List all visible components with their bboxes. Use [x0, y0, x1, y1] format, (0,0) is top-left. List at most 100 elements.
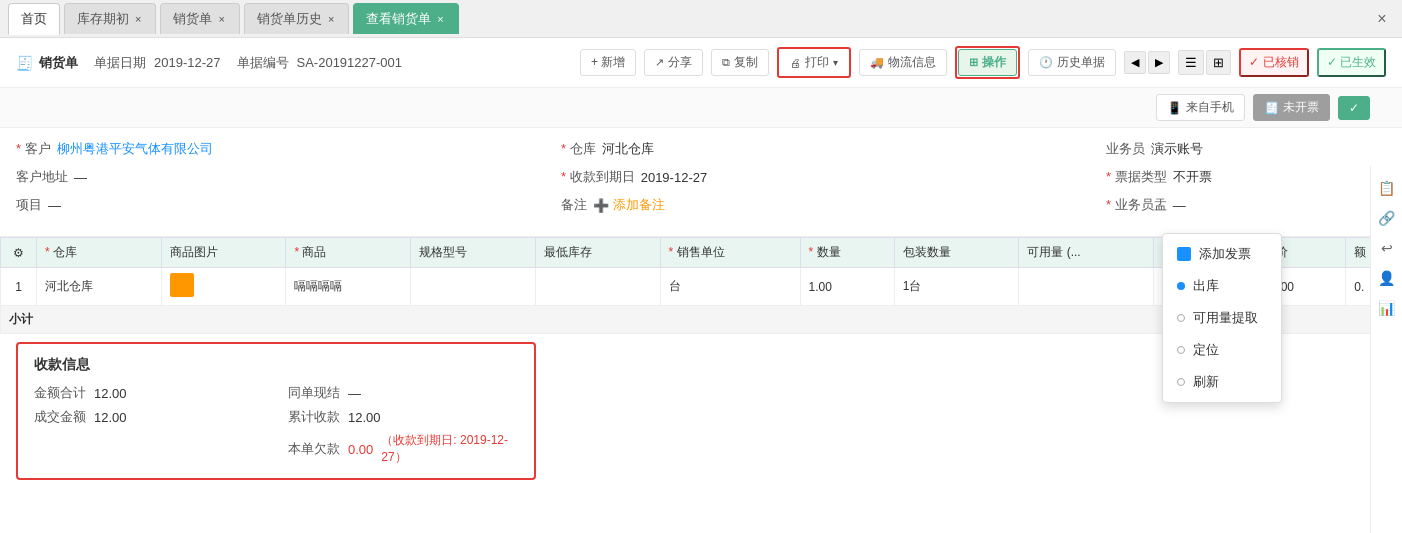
col-product: 商品: [286, 238, 411, 268]
list-view-button[interactable]: ☰: [1178, 50, 1204, 75]
date-value-text: 2019-12-27: [154, 55, 221, 70]
add-note-button[interactable]: ➕ 添加备注: [593, 196, 665, 214]
due-date-hint: （收款到期日: 2019-12-27）: [381, 432, 518, 466]
form-row-1: 客户 柳州粤港平安气体有限公司 仓库 河北仓库 业务员 演示账号: [16, 140, 1386, 158]
print-dropdown-arrow[interactable]: ▾: [833, 57, 838, 68]
sidebar-user-icon[interactable]: 👤: [1373, 264, 1401, 292]
next-button[interactable]: ▶: [1148, 51, 1170, 74]
effective-button[interactable]: ✓ 已生效: [1317, 48, 1386, 77]
new-label: + 新增: [591, 54, 625, 71]
col-min-stock: 最低库存: [535, 238, 660, 268]
doc-title: 🧾 销货单: [16, 54, 78, 72]
col-qty: 数量: [800, 238, 894, 268]
from-phone-label: 来自手机: [1186, 99, 1234, 116]
history-button[interactable]: 🕐 历史单据: [1028, 49, 1116, 76]
number-value-text: SA-20191227-001: [297, 55, 403, 70]
refresh-item[interactable]: 刷新: [1163, 366, 1281, 398]
doc-title-text: 销货单: [39, 54, 78, 72]
tab-view-sales[interactable]: 查看销货单 ×: [353, 3, 458, 34]
tab-inventory[interactable]: 库存期初 ×: [64, 3, 156, 34]
print-highlight-box: 🖨 打印 ▾: [777, 47, 851, 78]
grid-view-button[interactable]: ⊞: [1206, 50, 1231, 75]
sidebar-link-icon[interactable]: 🔗: [1373, 204, 1401, 232]
payment-title: 收款信息: [34, 356, 518, 374]
locate-icon: [1177, 346, 1185, 354]
total-amount-value: 12.00: [94, 386, 127, 401]
col-unit: 销售单位: [660, 238, 800, 268]
outbound-icon: [1177, 282, 1185, 290]
check-icon: ✓: [1249, 55, 1259, 69]
note-label: 备注: [561, 196, 587, 214]
print-button[interactable]: 🖨 打印 ▾: [780, 50, 848, 75]
col-available: 可用量 (...: [1019, 238, 1154, 268]
add-invoice-icon: [1177, 247, 1191, 261]
tab-sales-close[interactable]: ×: [216, 13, 226, 25]
doc-actions: + 新增 ↗ 分享 ⧉ 复制 🖨 打印 ▾: [580, 46, 1386, 79]
cumulative-value: 12.00: [348, 410, 381, 425]
history-label: 历史单据: [1057, 54, 1105, 71]
sales-staff-value: —: [1173, 198, 1186, 213]
same-order-value: —: [348, 386, 361, 401]
prev-button[interactable]: ◀: [1124, 51, 1146, 74]
from-phone-button[interactable]: 📱 来自手机: [1156, 94, 1245, 121]
available-qty-item[interactable]: 可用量提取: [1163, 302, 1281, 334]
locate-label: 定位: [1193, 341, 1219, 359]
sidebar-doc-icon[interactable]: 📋: [1373, 174, 1401, 202]
doc-header: 🧾 销货单 单据日期 2019-12-27 单据编号 SA-20191227-0…: [0, 38, 1402, 88]
share-button[interactable]: ↗ 分享: [644, 49, 703, 76]
same-order-label: 同单现结: [288, 384, 340, 402]
operation-icon: ⊞: [969, 56, 978, 69]
project-label: 项目: [16, 196, 42, 214]
customer-value[interactable]: 柳州粤港平安气体有限公司: [57, 140, 213, 158]
col-settings[interactable]: ⚙: [1, 238, 37, 268]
sales-staff-field: 业务员盂 —: [1106, 196, 1386, 214]
check-button[interactable]: ✓: [1338, 96, 1370, 120]
col-image: 商品图片: [161, 238, 286, 268]
warehouse-label: 仓库: [561, 140, 596, 158]
outbound-item[interactable]: 出库: [1163, 270, 1281, 302]
staff-label: 业务员: [1106, 140, 1145, 158]
col-pack-qty: 包装数量: [894, 238, 1019, 268]
cell-seq: 1: [1, 268, 37, 306]
tab-sales[interactable]: 销货单 ×: [160, 3, 239, 34]
cell-unit: 台: [660, 268, 800, 306]
new-button[interactable]: + 新增: [580, 49, 636, 76]
copy-icon: ⧉: [722, 56, 730, 69]
tab-view-sales-label: 查看销货单: [366, 10, 431, 28]
tab-home[interactable]: 首页: [8, 3, 60, 35]
print-icon: 🖨: [790, 57, 801, 69]
not-open-button[interactable]: 🧾 未开票: [1253, 94, 1330, 121]
sidebar-chart-icon[interactable]: 📊: [1373, 294, 1401, 322]
address-value: —: [74, 170, 87, 185]
cell-available: [1019, 268, 1154, 306]
project-field: 项目 —: [16, 196, 296, 214]
tab-sales-label: 销货单: [173, 10, 212, 28]
tab-sales-history[interactable]: 销货单历史 ×: [244, 3, 349, 34]
locate-item[interactable]: 定位: [1163, 334, 1281, 366]
sidebar-return-icon[interactable]: ↩: [1373, 234, 1401, 262]
tab-home-label: 首页: [21, 10, 47, 28]
operation-highlight-box: ⊞ 操作: [955, 46, 1020, 79]
cancelled-button[interactable]: ✓ 已核销: [1239, 48, 1308, 77]
total-amount-row: 金额合计 12.00: [34, 384, 264, 402]
logistics-button[interactable]: 🚚 物流信息: [859, 49, 947, 76]
tab-sales-history-close[interactable]: ×: [326, 13, 336, 25]
sales-staff-label: 业务员盂: [1106, 196, 1167, 214]
refresh-icon: [1177, 378, 1185, 386]
tab-inventory-close[interactable]: ×: [133, 13, 143, 25]
copy-button[interactable]: ⧉ 复制: [711, 49, 769, 76]
window-close-button[interactable]: ×: [1370, 7, 1394, 31]
operation-button[interactable]: ⊞ 操作: [958, 49, 1017, 76]
cell-product: 嗝嗝嗝嗝: [286, 268, 411, 306]
add-invoice-item[interactable]: 添加发票: [1163, 238, 1281, 270]
available-qty-icon: [1177, 314, 1185, 322]
col-spec: 规格型号: [411, 238, 536, 268]
note-add-label: 添加备注: [613, 196, 665, 214]
history-icon: 🕐: [1039, 56, 1053, 69]
cell-spec: [411, 268, 536, 306]
phone-icon: 📱: [1167, 101, 1182, 115]
share-icon: ↗: [655, 56, 664, 69]
staff-field: 业务员 演示账号: [1106, 140, 1386, 158]
tab-view-sales-close[interactable]: ×: [435, 13, 445, 25]
customer-label: 客户: [16, 140, 51, 158]
